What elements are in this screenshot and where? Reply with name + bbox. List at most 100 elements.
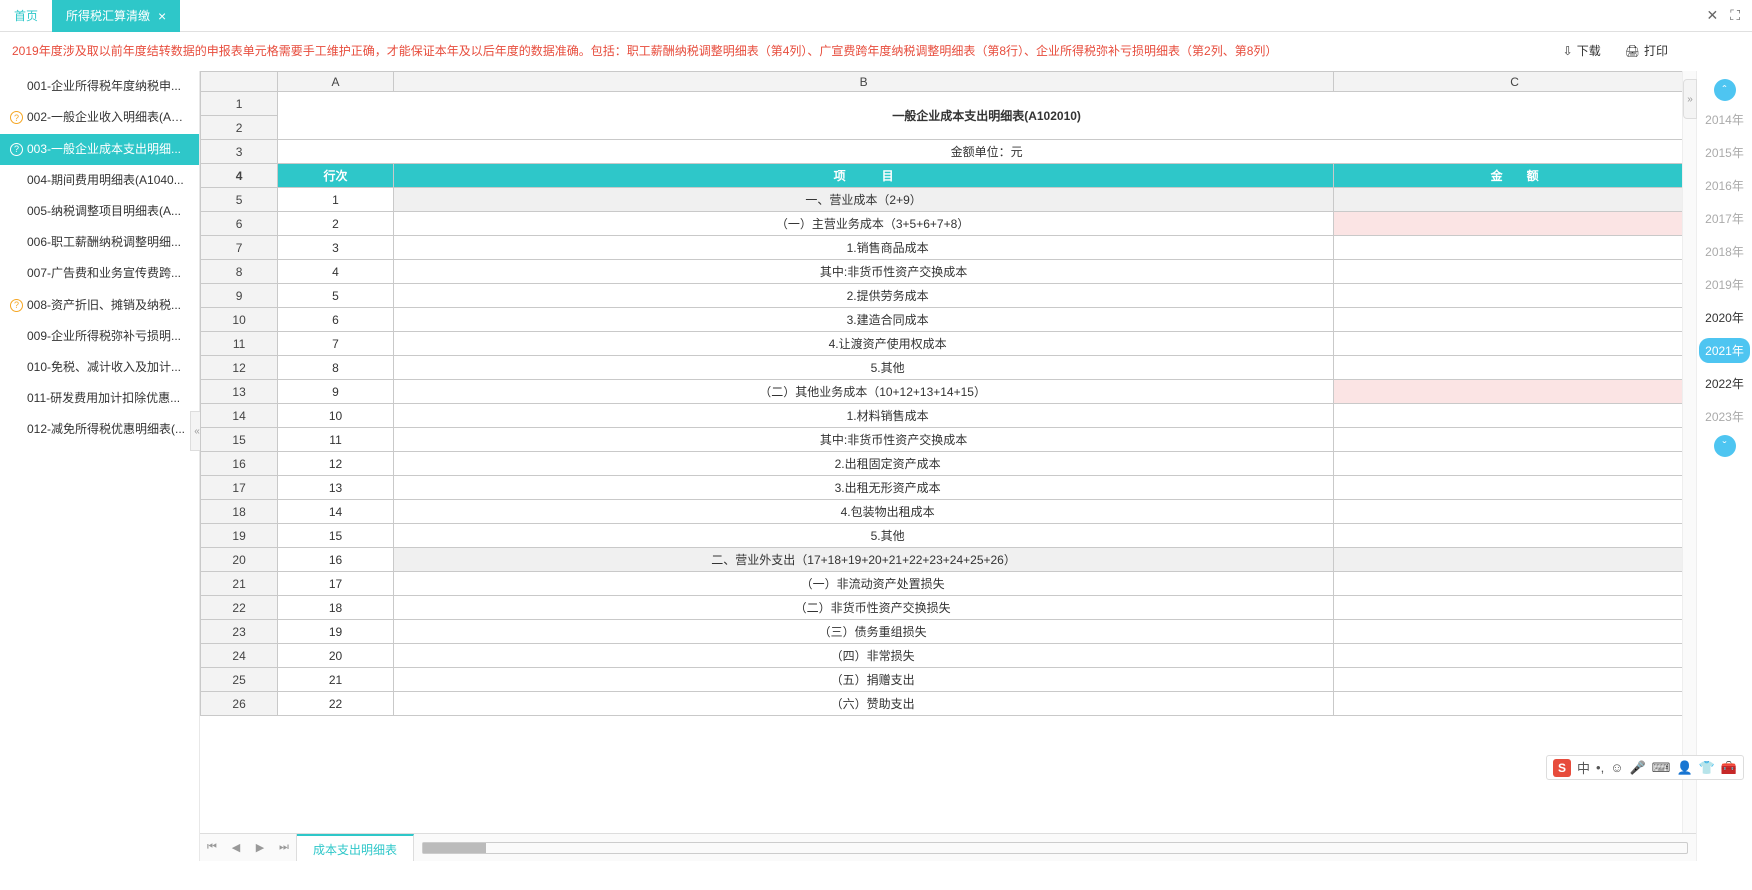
cell-item[interactable]: （四）非常损失 [393, 644, 1333, 668]
cell-line-no[interactable]: 4 [278, 260, 394, 284]
cell-item[interactable]: 4.包装物出租成本 [393, 500, 1333, 524]
cell-line-no[interactable]: 11 [278, 428, 394, 452]
col-header-b[interactable]: B [393, 72, 1333, 92]
cell-item[interactable]: 3.建造合同成本 [393, 308, 1333, 332]
cell-item[interactable]: （二）其他业务成本（10+12+13+14+15） [393, 380, 1333, 404]
cell-amount[interactable] [1334, 380, 1696, 404]
sidebar-item-3[interactable]: 004-期间费用明细表(A1040... [0, 165, 199, 196]
cell-line-no[interactable]: 20 [278, 644, 394, 668]
cell-amount[interactable] [1334, 596, 1696, 620]
sheet-tab-active[interactable]: 成本支出明细表 [297, 834, 414, 862]
ime-lang[interactable]: 中 [1577, 758, 1590, 777]
row-number[interactable]: 15 [201, 428, 278, 452]
row-number[interactable]: 16 [201, 452, 278, 476]
row-number[interactable]: 26 [201, 692, 278, 716]
ime-emoji-icon[interactable]: ☺ [1610, 760, 1623, 775]
horizontal-scrollbar[interactable] [422, 842, 1688, 854]
fullscreen-icon[interactable]: ⛶ [1730, 7, 1740, 24]
sidebar-item-4[interactable]: 005-纳税调整项目明细表(A... [0, 196, 199, 227]
cell-line-no[interactable]: 2 [278, 212, 394, 236]
sheet-nav-prev[interactable]: ◀ [224, 834, 248, 862]
cell-line-no[interactable]: 14 [278, 500, 394, 524]
hscroll-thumb[interactable] [423, 843, 486, 853]
sidebar-item-10[interactable]: 011-研发费用加计扣除优惠... [0, 383, 199, 414]
cell-amount[interactable] [1334, 356, 1696, 380]
row-number[interactable]: 18 [201, 500, 278, 524]
ime-toolbox-icon[interactable]: 🧰 [1721, 760, 1737, 776]
sidebar-item-5[interactable]: 006-职工薪酬纳税调整明细... [0, 227, 199, 258]
year-option[interactable]: 2021年 [1699, 338, 1750, 363]
rail-expand-handle[interactable]: » [1683, 79, 1697, 119]
cell-item[interactable]: 5.其他 [393, 524, 1333, 548]
row-number[interactable]: 10 [201, 308, 278, 332]
cell-line-no[interactable]: 22 [278, 692, 394, 716]
cell-item[interactable]: 2.出租固定资产成本 [393, 452, 1333, 476]
cell-line-no[interactable]: 18 [278, 596, 394, 620]
cell-line-no[interactable]: 9 [278, 380, 394, 404]
cell-line-no[interactable]: 7 [278, 332, 394, 356]
cell-amount[interactable] [1334, 236, 1696, 260]
vertical-scrollbar[interactable] [1682, 71, 1696, 833]
sheet-nav-last[interactable]: ⏭ [272, 834, 296, 862]
row-number[interactable]: 19 [201, 524, 278, 548]
cell-item[interactable]: 二、营业外支出（17+18+19+20+21+22+23+24+25+26） [393, 548, 1333, 572]
ime-punct-icon[interactable]: •, [1596, 760, 1604, 775]
cell-item[interactable]: （一）非流动资产处置损失 [393, 572, 1333, 596]
cell-item[interactable]: （三）债务重组损失 [393, 620, 1333, 644]
cell-item[interactable]: （五）捐赠支出 [393, 668, 1333, 692]
cell-item[interactable]: 4.让渡资产使用权成本 [393, 332, 1333, 356]
cell-item[interactable]: 1.材料销售成本 [393, 404, 1333, 428]
ime-user-icon[interactable]: 👤 [1676, 760, 1692, 776]
cell-amount[interactable] [1334, 404, 1696, 428]
cell-line-no[interactable]: 17 [278, 572, 394, 596]
cell-item[interactable]: （一）主营业务成本（3+5+6+7+8） [393, 212, 1333, 236]
cell-line-no[interactable]: 3 [278, 236, 394, 260]
cell-item[interactable]: 3.出租无形资产成本 [393, 476, 1333, 500]
cell-item[interactable]: 一、营业成本（2+9） [393, 188, 1333, 212]
close-window-icon[interactable]: ✕ [1706, 7, 1718, 24]
row-number[interactable]: 6 [201, 212, 278, 236]
year-option[interactable]: 2020年 [1699, 305, 1750, 330]
tab-home[interactable]: 首页 [0, 0, 52, 32]
cell-amount[interactable] [1334, 476, 1696, 500]
row-number[interactable]: 21 [201, 572, 278, 596]
cell-item[interactable]: 2.提供劳务成本 [393, 284, 1333, 308]
cell-line-no[interactable]: 12 [278, 452, 394, 476]
sidebar-item-9[interactable]: 010-免税、减计收入及加计... [0, 352, 199, 383]
cell-amount[interactable] [1334, 668, 1696, 692]
sidebar-item-11[interactable]: 012-减免所得税优惠明细表(... [0, 414, 199, 445]
cell-amount[interactable] [1334, 260, 1696, 284]
cell-line-no[interactable]: 1 [278, 188, 394, 212]
year-scroll-up[interactable]: ˆ [1714, 79, 1736, 101]
cell-amount[interactable] [1334, 188, 1696, 212]
row-number[interactable]: 24 [201, 644, 278, 668]
ime-skin-icon[interactable]: 👕 [1699, 760, 1715, 776]
row-number[interactable]: 14 [201, 404, 278, 428]
print-button[interactable]: 🖨 打印 [1625, 42, 1668, 59]
ime-toolbar[interactable]: S 中 •, ☺ 🎤 ⌨ 👤 👕 🧰 [1546, 755, 1744, 780]
cell-line-no[interactable]: 21 [278, 668, 394, 692]
download-button[interactable]: ⇩ 下载 [1563, 42, 1601, 59]
cell-amount[interactable] [1334, 692, 1696, 716]
cell-amount[interactable] [1334, 212, 1696, 236]
cell-amount[interactable] [1334, 572, 1696, 596]
row-number[interactable]: 25 [201, 668, 278, 692]
cell-line-no[interactable]: 16 [278, 548, 394, 572]
ime-keyboard-icon[interactable]: ⌨ [1652, 760, 1671, 776]
col-header-c[interactable]: C [1334, 72, 1696, 92]
cell-amount[interactable] [1334, 620, 1696, 644]
year-scroll-down[interactable]: ˇ [1714, 435, 1736, 457]
row-number[interactable]: 5 [201, 188, 278, 212]
cell-line-no[interactable]: 10 [278, 404, 394, 428]
row-number[interactable]: 17 [201, 476, 278, 500]
cell-line-no[interactable]: 5 [278, 284, 394, 308]
sheet-scroll[interactable]: A B C 1一般企业成本支出明细表(A102010) 2 3金额单位：元 4 … [200, 71, 1696, 833]
sidebar-item-7[interactable]: ?008-资产折旧、摊销及纳税... [0, 290, 199, 321]
cell-line-no[interactable]: 19 [278, 620, 394, 644]
close-icon[interactable]: × [158, 0, 166, 32]
form-list-sidebar[interactable]: 001-企业所得税年度纳税申...?002-一般企业收入明细表(A10...?0… [0, 71, 200, 861]
row-number[interactable]: 20 [201, 548, 278, 572]
sidebar-item-8[interactable]: 009-企业所得税弥补亏损明... [0, 321, 199, 352]
cell-item[interactable]: 5.其他 [393, 356, 1333, 380]
cell-amount[interactable] [1334, 428, 1696, 452]
